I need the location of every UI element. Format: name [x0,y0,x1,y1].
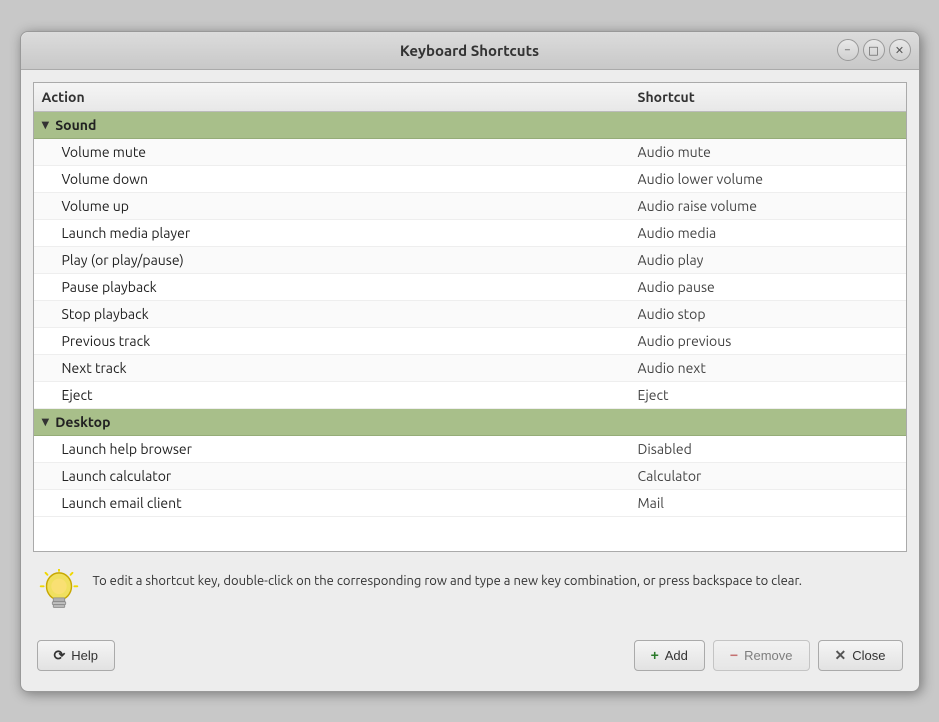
titlebar: Keyboard Shortcuts − □ ✕ [21,32,919,70]
table-row[interactable]: Volume mute Audio mute [34,139,906,166]
table-header: Action Shortcut [34,83,906,112]
header-action: Action [42,89,638,105]
group-label: Sound [55,117,96,133]
shortcut-cell: Audio mute [638,144,898,160]
table-row[interactable]: Eject Eject [34,382,906,409]
keyboard-shortcuts-window: Keyboard Shortcuts − □ ✕ Action Shortcut… [20,31,920,692]
table-row[interactable]: Play (or play/pause) Audio play [34,247,906,274]
minimize-button[interactable]: − [837,39,859,61]
shortcuts-table: Action Shortcut ▼ Sound Volume mute Audi… [33,82,907,552]
table-row[interactable]: Previous track Audio previous [34,328,906,355]
lightbulb-icon [37,568,81,620]
help-button[interactable]: ⟳ Help [37,640,115,671]
shortcut-cell: Audio raise volume [638,198,898,214]
table-body[interactable]: ▼ Sound Volume mute Audio mute Volume do… [34,112,906,551]
add-button[interactable]: + Add [634,640,705,671]
button-bar: ⟳ Help + Add − Remove ✕ Close [33,636,907,679]
main-content: Action Shortcut ▼ Sound Volume mute Audi… [21,70,919,691]
close-button[interactable]: ✕ [889,39,911,61]
maximize-button[interactable]: □ [863,39,885,61]
group-chevron: ▼ [42,119,50,131]
remove-icon: − [730,647,738,663]
action-cell: Launch media player [62,225,638,241]
add-icon: + [651,647,659,663]
shortcut-cell: Audio previous [638,333,898,349]
action-cell: Volume down [62,171,638,187]
action-cell: Previous track [62,333,638,349]
group-chevron: ▼ [42,416,50,428]
shortcut-cell: Disabled [638,441,898,457]
shortcut-cell: Audio play [638,252,898,268]
shortcut-cell: Audio next [638,360,898,376]
info-text: To edit a shortcut key, double-click on … [93,568,803,592]
table-row[interactable]: Launch email client Mail [34,490,906,517]
table-row[interactable]: Launch help browser Disabled [34,436,906,463]
shortcut-cell: Audio media [638,225,898,241]
window-controls: − □ ✕ [837,39,911,61]
action-cell: Stop playback [62,306,638,322]
group-label: Desktop [55,414,110,430]
table-row[interactable]: Volume down Audio lower volume [34,166,906,193]
table-row[interactable]: Launch media player Audio media [34,220,906,247]
info-box: To edit a shortcut key, double-click on … [33,562,907,626]
action-buttons: + Add − Remove ✕ Close [634,640,903,671]
shortcut-cell: Audio stop [638,306,898,322]
action-cell: Volume up [62,198,638,214]
shortcut-cell: Audio lower volume [638,171,898,187]
table-row[interactable]: Volume up Audio raise volume [34,193,906,220]
remove-button[interactable]: − Remove [713,640,810,671]
help-icon: ⟳ [54,647,66,664]
action-cell: Launch calculator [62,468,638,484]
table-row[interactable]: Pause playback Audio pause [34,274,906,301]
action-cell: Play (or play/pause) [62,252,638,268]
action-cell: Launch help browser [62,441,638,457]
header-shortcut: Shortcut [638,89,898,105]
window-title: Keyboard Shortcuts [400,42,539,59]
shortcut-cell: Eject [638,387,898,403]
action-cell: Pause playback [62,279,638,295]
action-cell: Next track [62,360,638,376]
close-dialog-button[interactable]: ✕ Close [818,640,903,671]
shortcut-cell: Audio pause [638,279,898,295]
action-cell: Eject [62,387,638,403]
group-row-1[interactable]: ▼ Desktop [34,409,906,436]
table-row[interactable]: Next track Audio next [34,355,906,382]
close-icon: ✕ [835,647,847,664]
action-cell: Launch email client [62,495,638,511]
table-row[interactable]: Launch calculator Calculator [34,463,906,490]
shortcut-cell: Mail [638,495,898,511]
table-row[interactable]: Stop playback Audio stop [34,301,906,328]
group-row-0[interactable]: ▼ Sound [34,112,906,139]
action-cell: Volume mute [62,144,638,160]
shortcut-cell: Calculator [638,468,898,484]
